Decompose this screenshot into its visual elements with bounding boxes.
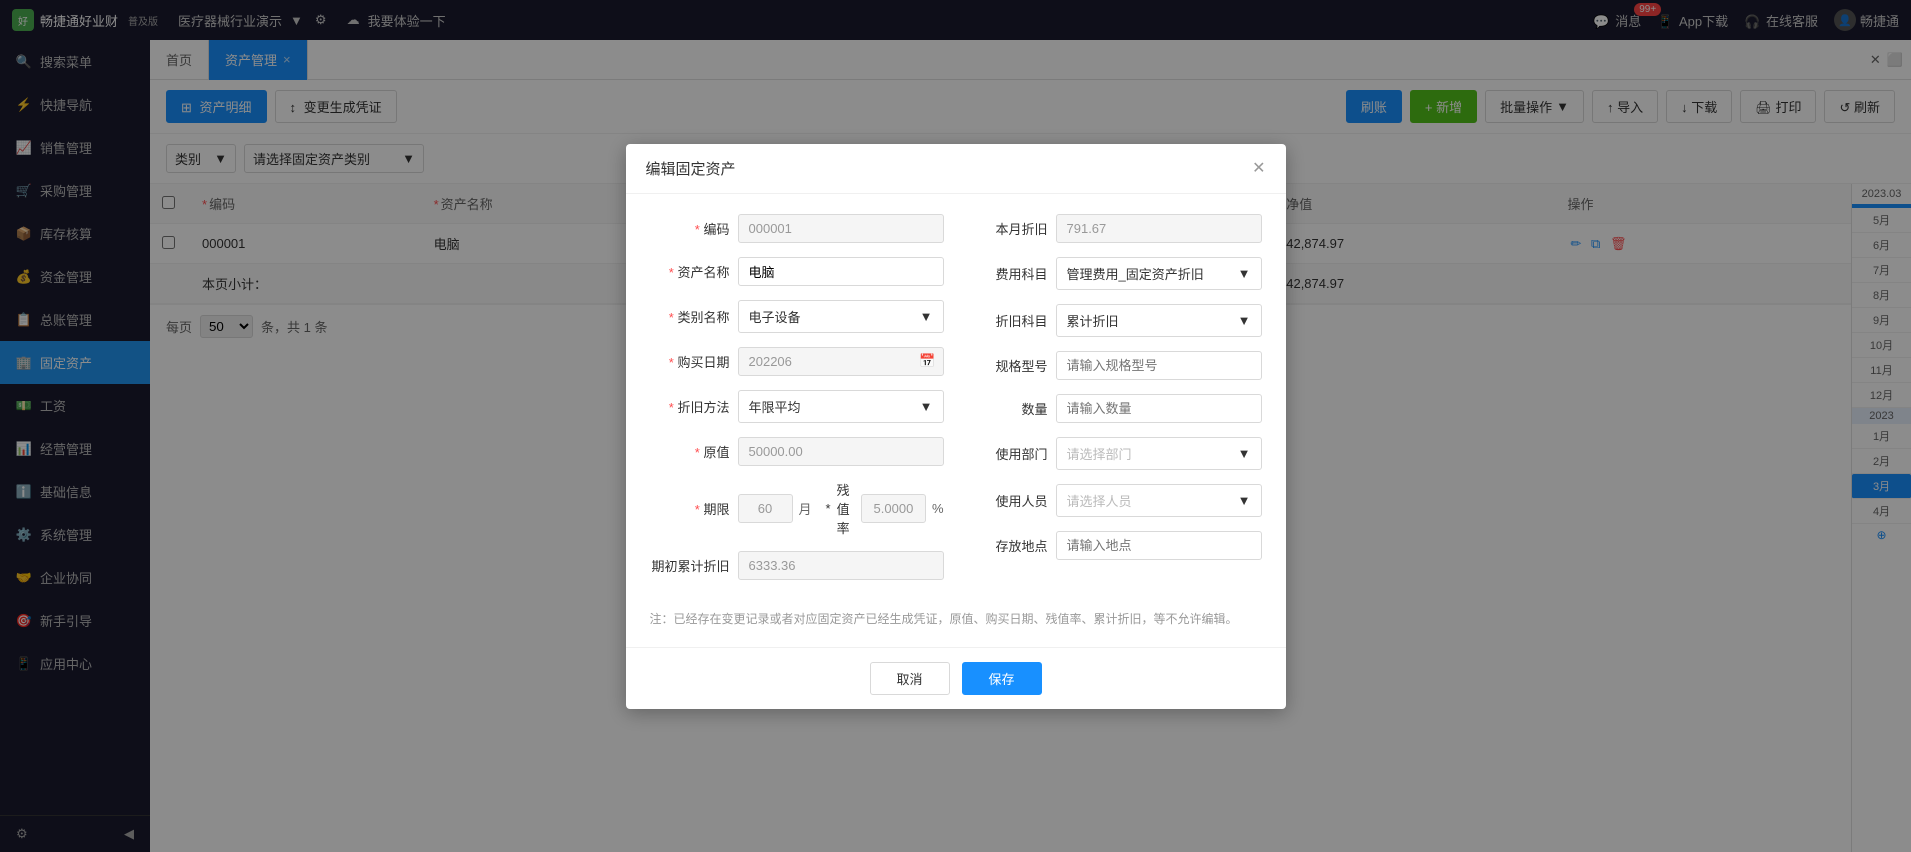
modal-body: * 编码 * 资产名称 xyxy=(626,194,1286,647)
modal-close-btn[interactable]: ✕ xyxy=(1252,158,1265,178)
category-label: * 类别名称 xyxy=(650,307,730,326)
save-button[interactable]: 保存 xyxy=(962,662,1042,695)
form-grid: * 编码 * 资产名称 xyxy=(650,214,1262,594)
name-input[interactable] xyxy=(738,257,944,286)
purchase-date-label: * 购买日期 xyxy=(650,352,730,371)
field-depreciation-method: * 折旧方法 年限平均 ▼ xyxy=(650,390,944,423)
modal-overlay: 编辑固定资产 ✕ * 编码 xyxy=(0,0,1911,852)
field-code: * 编码 xyxy=(650,214,944,243)
expense-account-dropdown: ▼ xyxy=(1238,266,1251,281)
initial-accumulated-label: 期初累计折旧 xyxy=(650,556,730,575)
field-dept: 使用部门 请选择部门 ▼ xyxy=(968,437,1262,470)
dept-placeholder: 请选择部门 xyxy=(1067,444,1132,463)
modal-title: 编辑固定资产 xyxy=(646,158,736,179)
field-period: * 期限 月 * 残值率 % xyxy=(650,480,944,537)
period-value-input[interactable] xyxy=(738,494,793,523)
field-expense-account: 费用科目 管理费用_固定资产折旧 ▼ xyxy=(968,257,1262,290)
field-spec: 规格型号 xyxy=(968,351,1262,380)
residual-rate-input[interactable] xyxy=(861,494,926,523)
field-depreciation-account: 折旧科目 累计折旧 ▼ xyxy=(968,304,1262,337)
right-col: 本月折旧 费用科目 管理费用_固定资产折旧 ▼ xyxy=(968,214,1262,594)
field-purchase-date: * 购买日期 📅 xyxy=(650,347,944,376)
left-col: * 编码 * 资产名称 xyxy=(650,214,944,594)
person-select[interactable]: 请选择人员 ▼ xyxy=(1056,484,1262,517)
dept-select[interactable]: 请选择部门 ▼ xyxy=(1056,437,1262,470)
depreciation-method-label: * 折旧方法 xyxy=(650,397,730,416)
residual-rate-unit: % xyxy=(932,501,944,516)
code-label: * 编码 xyxy=(650,219,730,238)
field-initial-accumulated: 期初累计折旧 xyxy=(650,551,944,580)
modal-footer: 取消 保存 xyxy=(626,647,1286,709)
modal-note: 注：已经存在变更记录或者对应固定资产已经生成凭证，原值、购买日期、残值率、累计折… xyxy=(650,610,1262,627)
person-placeholder: 请选择人员 xyxy=(1067,491,1132,510)
purchase-date-input[interactable] xyxy=(738,347,944,376)
depreciation-method-select[interactable]: 年限平均 ▼ xyxy=(738,390,944,423)
edit-asset-modal: 编辑固定资产 ✕ * 编码 xyxy=(626,144,1286,709)
monthly-depreciation-label: 本月折旧 xyxy=(968,219,1048,238)
field-monthly-depreciation: 本月折旧 xyxy=(968,214,1262,243)
period-inputs: 月 * 残值率 % xyxy=(738,480,944,537)
residual-rate-label: 残值率 xyxy=(837,480,855,537)
cancel-button[interactable]: 取消 xyxy=(870,662,950,695)
expense-account-label: 费用科目 xyxy=(968,264,1048,283)
calendar-icon[interactable]: 📅 xyxy=(919,353,935,369)
depreciation-account-dropdown: ▼ xyxy=(1238,313,1251,328)
period-unit: 月 xyxy=(799,499,812,518)
person-label: 使用人员 xyxy=(968,491,1048,510)
location-label: 存放地点 xyxy=(968,536,1048,555)
category-dropdown-icon: ▼ xyxy=(920,309,933,324)
field-category: * 类别名称 电子设备 ▼ xyxy=(650,300,944,333)
name-label: * 资产名称 xyxy=(650,262,730,281)
person-dropdown: ▼ xyxy=(1238,493,1251,508)
field-person: 使用人员 请选择人员 ▼ xyxy=(968,484,1262,517)
category-select[interactable]: 电子设备 ▼ xyxy=(738,300,944,333)
spec-input[interactable] xyxy=(1056,351,1262,380)
depreciation-account-label: 折旧科目 xyxy=(968,311,1048,330)
dept-dropdown: ▼ xyxy=(1238,446,1251,461)
period-label: * 期限 xyxy=(650,499,730,518)
depreciation-account-select[interactable]: 累计折旧 ▼ xyxy=(1056,304,1262,337)
field-location: 存放地点 xyxy=(968,531,1262,560)
quantity-label: 数量 xyxy=(968,399,1048,418)
field-name: * 资产名称 xyxy=(650,257,944,286)
depreciation-method-dropdown: ▼ xyxy=(920,399,933,414)
modal-header: 编辑固定资产 ✕ xyxy=(626,144,1286,194)
quantity-input[interactable] xyxy=(1056,394,1262,423)
location-input[interactable] xyxy=(1056,531,1262,560)
spec-label: 规格型号 xyxy=(968,356,1048,375)
original-value-label: * 原值 xyxy=(650,442,730,461)
original-value-input[interactable] xyxy=(738,437,944,466)
field-original-value: * 原值 xyxy=(650,437,944,466)
purchase-date-input-wrap: 📅 xyxy=(738,347,944,376)
code-input[interactable] xyxy=(738,214,944,243)
field-quantity: 数量 xyxy=(968,394,1262,423)
initial-accumulated-input[interactable] xyxy=(738,551,944,580)
dept-label: 使用部门 xyxy=(968,444,1048,463)
expense-account-select[interactable]: 管理费用_固定资产折旧 ▼ xyxy=(1056,257,1262,290)
monthly-depreciation-input xyxy=(1056,214,1262,243)
